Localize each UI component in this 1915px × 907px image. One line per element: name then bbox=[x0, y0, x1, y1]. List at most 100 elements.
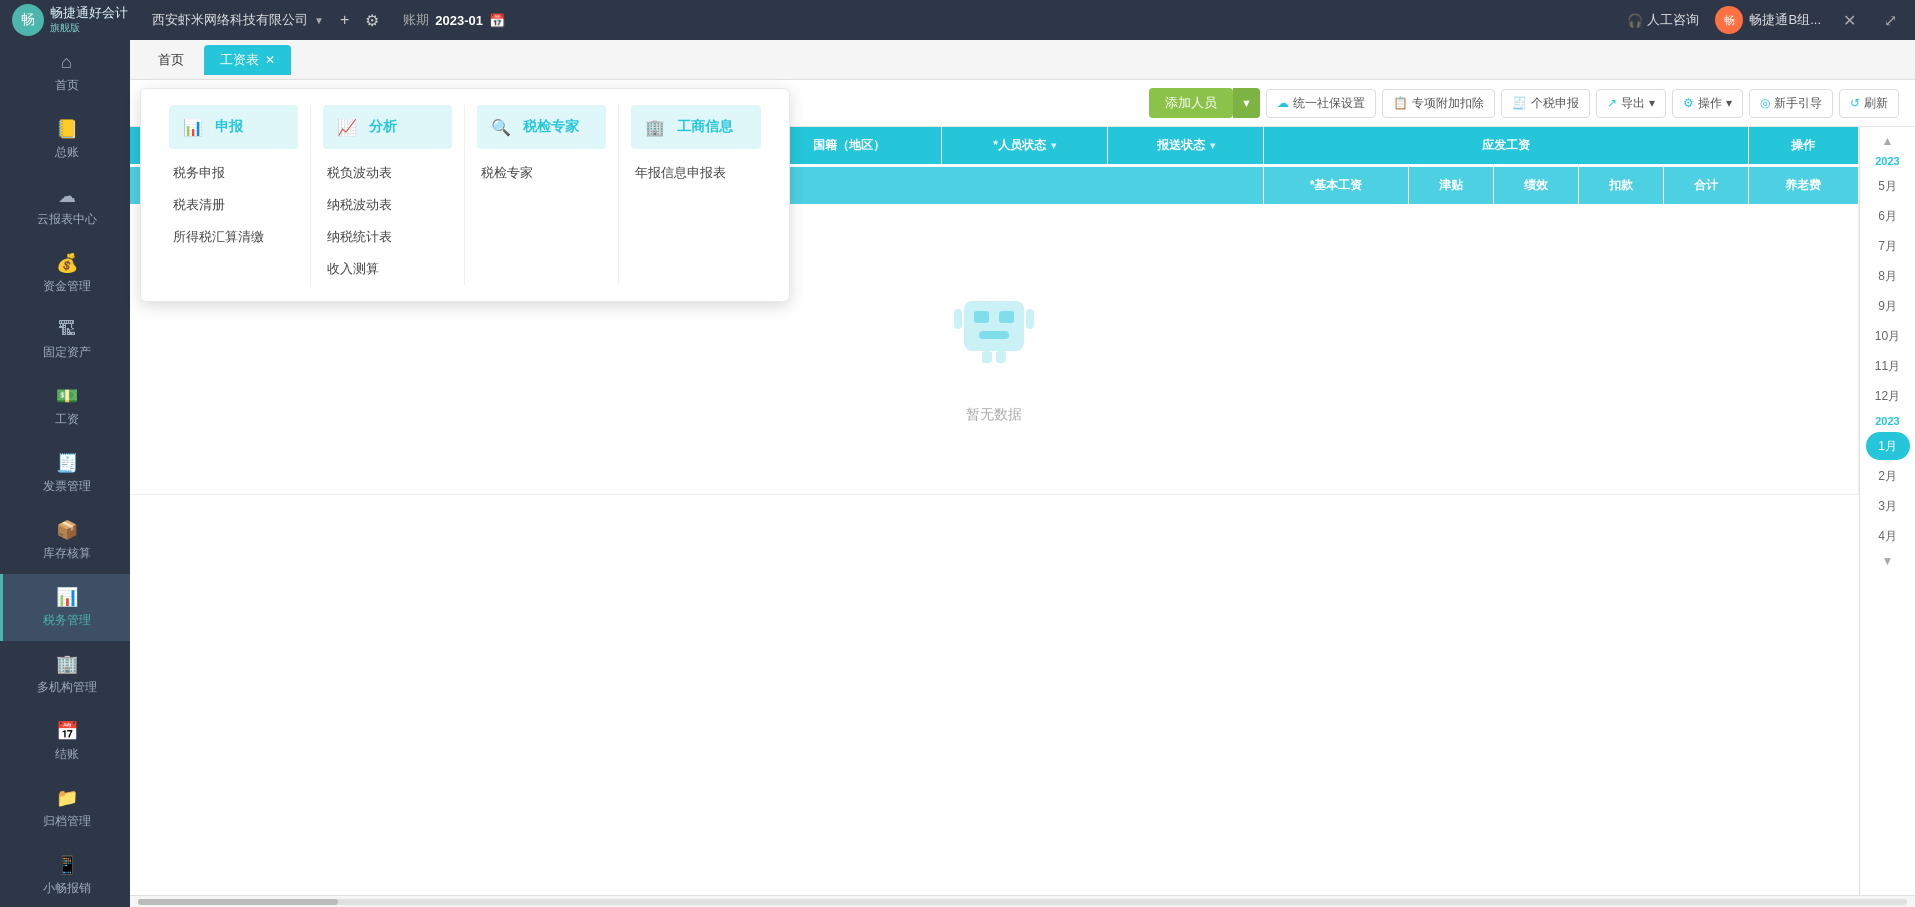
month-item-12[interactable]: 12月 bbox=[1866, 382, 1910, 410]
new-guide-button[interactable]: ◎ 新手引导 bbox=[1749, 89, 1833, 118]
tab-payroll[interactable]: 工资表 ✕ bbox=[204, 45, 291, 75]
person-status-filter-icon[interactable]: ▾ bbox=[1051, 140, 1056, 151]
multi-org-icon: 🏢 bbox=[56, 653, 78, 675]
cloud-small-icon: ☁ bbox=[1277, 96, 1289, 110]
panel-up-button[interactable]: ▲ bbox=[1874, 131, 1902, 151]
sidebar-label-invoice: 发票管理 bbox=[43, 478, 91, 495]
close-button[interactable]: ✕ bbox=[1837, 7, 1862, 34]
inventory-icon: 📦 bbox=[56, 519, 78, 541]
menu-tax-declare[interactable]: 税务申报 bbox=[169, 157, 298, 189]
sidebar-item-ledger[interactable]: 📒 总账 bbox=[0, 106, 130, 173]
popup-header-tax-expert: 🔍 税检专家 bbox=[477, 105, 606, 149]
month-item-3[interactable]: 3月 bbox=[1866, 492, 1910, 520]
export-arrow-icon: ▾ bbox=[1649, 96, 1655, 110]
business-info-title: 工商信息 bbox=[677, 118, 733, 136]
panel-down-button[interactable]: ▼ bbox=[1874, 551, 1902, 571]
month-item-2[interactable]: 2月 bbox=[1866, 462, 1910, 490]
social-insurance-button[interactable]: ☁ 统一社保设置 bbox=[1266, 89, 1376, 118]
popup-header-analysis: 📈 分析 bbox=[323, 105, 452, 149]
export-button[interactable]: ↗ 导出 ▾ bbox=[1596, 89, 1666, 118]
month-item-10[interactable]: 10月 bbox=[1866, 322, 1910, 350]
month-item-9[interactable]: 9月 bbox=[1866, 292, 1910, 320]
sidebar-item-multi-org[interactable]: 🏢 多机构管理 bbox=[0, 641, 130, 708]
sidebar-item-invoice[interactable]: 🧾 发票管理 bbox=[0, 440, 130, 507]
report-status-filter-icon[interactable]: ▾ bbox=[1210, 140, 1215, 151]
social-insurance-label: 统一社保设置 bbox=[1293, 95, 1365, 112]
business-info-icon: 🏢 bbox=[639, 111, 671, 143]
tax-declare-button[interactable]: 🧾 个税申报 bbox=[1501, 89, 1590, 118]
company-name: 西安虾米网络科技有限公司 bbox=[152, 11, 308, 29]
sidebar-label-inventory: 库存核算 bbox=[43, 545, 91, 562]
sidebar-item-cloud-report[interactable]: ☁ 云报表中心 bbox=[0, 173, 130, 240]
svg-rect-0 bbox=[964, 301, 1024, 351]
special-deduction-button[interactable]: 📋 专项附加扣除 bbox=[1382, 89, 1495, 118]
sidebar-item-fixed-assets[interactable]: 🏗 固定资产 bbox=[0, 307, 130, 373]
svg-rect-7 bbox=[996, 351, 1006, 363]
calendar-icon[interactable]: 📅 bbox=[489, 13, 505, 28]
svg-rect-1 bbox=[974, 311, 989, 323]
invoice-icon: 🧾 bbox=[56, 452, 78, 474]
sidebar-item-closing[interactable]: 📅 结账 bbox=[0, 708, 130, 775]
base-salary-header: *基本工资 bbox=[1264, 167, 1408, 204]
user-area[interactable]: 畅 畅捷通B组... bbox=[1715, 6, 1821, 34]
sidebar-item-archive[interactable]: 📁 归档管理 bbox=[0, 775, 130, 842]
tab-home[interactable]: 首页 bbox=[142, 45, 200, 75]
menu-tax-sheet[interactable]: 税表清册 bbox=[169, 189, 298, 221]
sidebar-label-report-sales: 小畅报销 bbox=[43, 880, 91, 897]
add-employee-label: 添加人员 bbox=[1165, 94, 1217, 112]
salary-group-header: 应发工资 bbox=[1264, 127, 1749, 164]
empty-svg bbox=[944, 271, 1044, 371]
popup-grid: 📊 申报 税务申报 税表清册 所得税汇算清缴 📈 分析 税负波动表 纳税波动表 … bbox=[157, 105, 773, 285]
month-item-11[interactable]: 11月 bbox=[1866, 352, 1910, 380]
cloud-icon: ☁ bbox=[58, 185, 76, 207]
sidebar-item-report-sales[interactable]: 📱 小畅报销 bbox=[0, 842, 130, 907]
popup-col-declaration: 📊 申报 税务申报 税表清册 所得税汇算清缴 bbox=[157, 105, 311, 285]
deduction-icon: 📋 bbox=[1393, 96, 1408, 110]
analysis-title: 分析 bbox=[369, 118, 397, 136]
month-item-6[interactable]: 6月 bbox=[1866, 202, 1910, 230]
menu-income-tax-settlement[interactable]: 所得税汇算清缴 bbox=[169, 221, 298, 253]
tab-home-label: 首页 bbox=[158, 52, 184, 67]
svg-rect-2 bbox=[999, 311, 1014, 323]
scrollbar-thumb[interactable] bbox=[138, 899, 338, 905]
menu-annual-report[interactable]: 年报信息申报表 bbox=[631, 157, 761, 189]
declaration-icon: 📊 bbox=[177, 111, 209, 143]
company-selector[interactable]: 西安虾米网络科技有限公司 ▼ bbox=[152, 11, 324, 29]
menu-tax-expert[interactable]: 税检专家 bbox=[477, 157, 606, 189]
month-item-1-active[interactable]: 1月 bbox=[1866, 432, 1910, 460]
settings-button[interactable]: ⚙ bbox=[361, 7, 383, 34]
menu-tax-burden-fluctuation[interactable]: 税负波动表 bbox=[323, 157, 452, 189]
sidebar-item-fund[interactable]: 💰 资金管理 bbox=[0, 240, 130, 307]
sidebar-label-home: 首页 bbox=[55, 77, 79, 94]
add-employee-button[interactable]: 添加人员 bbox=[1149, 88, 1233, 118]
ledger-icon: 📒 bbox=[56, 118, 78, 140]
operations-label: 操作 bbox=[1698, 95, 1722, 112]
month-item-8[interactable]: 8月 bbox=[1866, 262, 1910, 290]
sidebar-item-inventory[interactable]: 📦 库存核算 bbox=[0, 507, 130, 574]
period-value: 2023-01 bbox=[435, 13, 483, 28]
sidebar-item-home[interactable]: ⌂ 首页 bbox=[0, 40, 130, 106]
add-company-button[interactable]: + bbox=[336, 7, 353, 33]
fund-icon: 💰 bbox=[56, 252, 78, 274]
maximize-button[interactable]: ⤢ bbox=[1878, 7, 1903, 34]
sidebar-item-tax[interactable]: 📊 税务管理 bbox=[0, 574, 130, 641]
operations-arrow-icon: ▾ bbox=[1726, 96, 1732, 110]
menu-income-calculation[interactable]: 收入测算 bbox=[323, 253, 452, 285]
service-button[interactable]: 🎧 人工咨询 bbox=[1627, 11, 1699, 29]
declaration-title: 申报 bbox=[215, 118, 243, 136]
logo-area: 畅 畅捷通好会计 旗舰版 bbox=[12, 4, 132, 36]
tab-close-icon[interactable]: ✕ bbox=[265, 53, 275, 67]
svg-rect-5 bbox=[1026, 309, 1034, 329]
tax-expert-icon: 🔍 bbox=[485, 111, 517, 143]
menu-tax-fluctuation[interactable]: 纳税波动表 bbox=[323, 189, 452, 221]
operations-button[interactable]: ⚙ 操作 ▾ bbox=[1672, 89, 1743, 118]
month-item-5[interactable]: 5月 bbox=[1866, 172, 1910, 200]
month-item-7[interactable]: 7月 bbox=[1866, 232, 1910, 260]
refresh-button[interactable]: ↺ 刷新 bbox=[1839, 89, 1899, 118]
svg-rect-4 bbox=[954, 309, 962, 329]
add-employee-dropdown-button[interactable]: ▼ bbox=[1233, 88, 1260, 118]
sidebar-item-payroll[interactable]: 💵 工资 bbox=[0, 373, 130, 440]
menu-tax-statistics[interactable]: 纳税统计表 bbox=[323, 221, 452, 253]
month-item-4[interactable]: 4月 bbox=[1866, 522, 1910, 550]
allowance-header: 津贴 bbox=[1408, 167, 1493, 204]
